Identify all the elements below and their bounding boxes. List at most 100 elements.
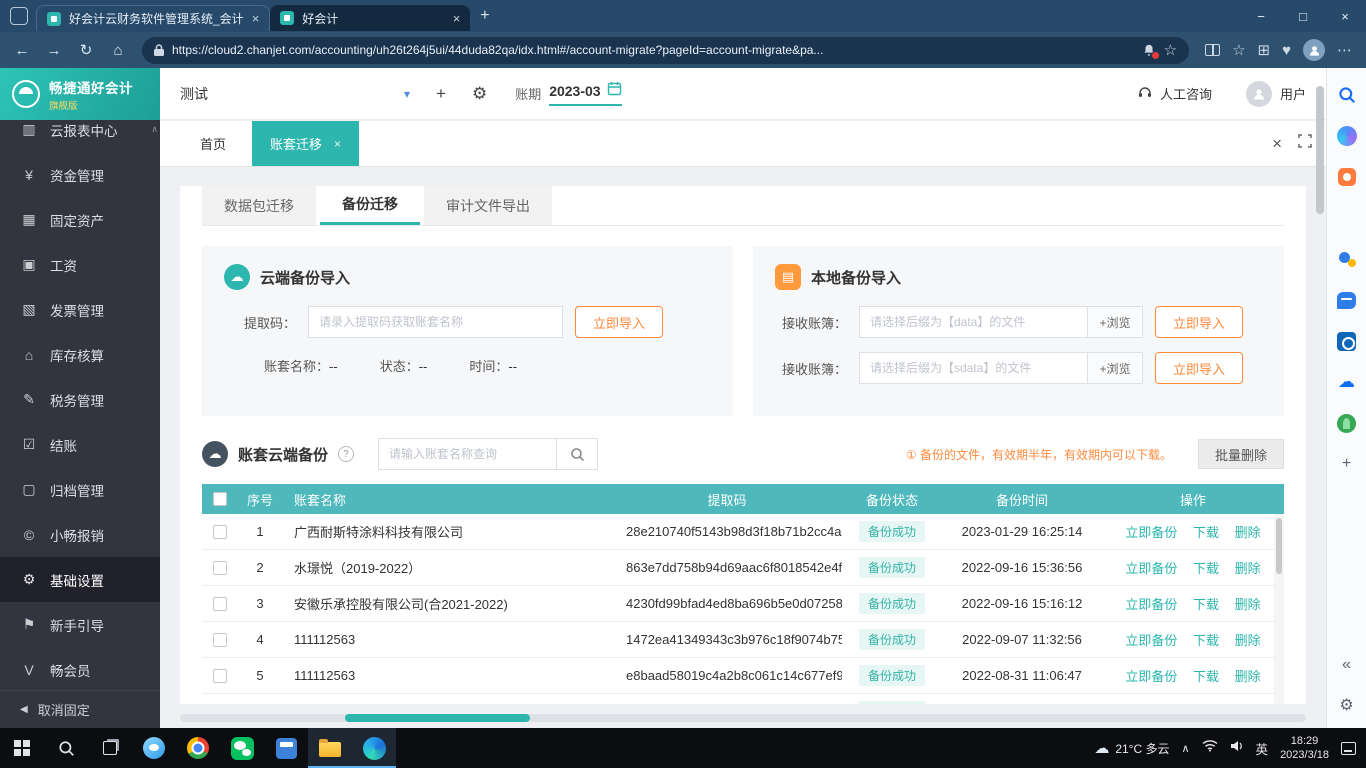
sdata-file-input[interactable] [859,352,1087,384]
more-icon[interactable]: ⋯ [1337,43,1352,58]
outlook-icon[interactable] [1336,330,1358,352]
delete-link[interactable]: 删除 [1235,669,1261,684]
browser-tab-2[interactable]: 好会计 × [270,5,471,31]
minimize-button[interactable]: − [1240,0,1282,32]
home-icon[interactable]: ⌂ [104,36,132,64]
wechat-icon[interactable] [220,728,264,768]
row-checkbox[interactable] [213,596,227,611]
new-tab-button[interactable]: + [480,7,489,25]
sidebar-item-fixed-assets[interactable]: ▦ 固定资产 [0,197,160,242]
close-window-button[interactable]: × [1324,0,1366,32]
forward-icon[interactable]: → [40,36,68,64]
tab-account-migrate[interactable]: 账套迁移 × [252,121,360,166]
microsoft365-icon[interactable] [1336,207,1358,229]
onedrive-icon[interactable]: ☁ [1336,371,1358,393]
chrome-icon[interactable] [176,728,220,768]
taskbar-search-icon[interactable] [44,728,88,768]
row-checkbox[interactable] [213,632,227,647]
task-view-icon[interactable] [88,728,132,768]
action-center-icon[interactable] [1341,741,1356,755]
sidebar-item-funds[interactable]: ¥ 资金管理 [0,152,160,197]
download-link[interactable]: 下载 [1193,525,1219,540]
browser-tab-1[interactable]: 好会计云财务软件管理系统_会计 × [36,5,271,31]
tab-close-icon[interactable]: × [252,11,260,26]
edge-icon[interactable] [352,728,396,768]
sidebar-item-expense[interactable]: © 小畅报销 [0,512,160,557]
notifications-blocked-icon[interactable] [1142,43,1160,60]
browse-button[interactable]: +浏览 [1087,306,1143,338]
help-icon[interactable]: ? [338,446,355,462]
file-explorer-icon[interactable] [308,728,352,768]
backup-now-link[interactable]: 立即备份 [1125,669,1177,684]
sidebar-item-inventory[interactable]: ⌂ 库存核算 [0,332,160,377]
row-checkbox[interactable] [213,668,227,683]
sidebar-item-cloud-report[interactable]: ▥ 云报表中心 [0,120,160,152]
chat-icon[interactable] [1336,289,1358,311]
collections-icon[interactable]: ⊞ [1258,43,1271,58]
delete-link[interactable]: 删除 [1235,525,1261,540]
sidebar-item-archive[interactable]: ▢ 归档管理 [0,467,160,512]
sidebar-settings-icon[interactable]: ⚙ [1336,694,1358,716]
support-button[interactable]: 人工咨询 [1137,84,1212,103]
browse-button[interactable]: +浏览 [1087,352,1143,384]
row-checkbox[interactable] [213,524,227,539]
fullscreen-icon[interactable] [1298,134,1312,153]
eco-icon[interactable] [1336,412,1358,434]
close-all-icon[interactable]: × [1272,134,1282,154]
download-link[interactable]: 下载 [1193,561,1219,576]
horizontal-scrollbar[interactable] [180,714,1306,722]
sidebar-scroll-up-icon[interactable]: ∧ [151,124,158,135]
people-icon[interactable] [1336,248,1358,270]
copilot-icon[interactable] [1336,125,1358,147]
add-account-set-icon[interactable]: + [436,85,446,102]
search-icon[interactable] [556,438,599,470]
backup-now-link[interactable]: 立即备份 [1125,525,1177,540]
refresh-icon[interactable]: ↻ [72,36,100,64]
unpin-sidebar-button[interactable]: ◀ 取消固定 [0,690,160,728]
delete-link[interactable]: 删除 [1235,597,1261,612]
backup-now-link[interactable]: 立即备份 [1125,633,1177,648]
download-link[interactable]: 下载 [1193,633,1219,648]
collapse-sidebar-icon[interactable]: « [1336,654,1358,676]
network-icon[interactable] [1202,739,1218,757]
backup-now-link[interactable]: 立即备份 [1125,597,1177,612]
calculator-icon[interactable] [264,728,308,768]
download-link[interactable]: 下载 [1193,597,1219,612]
maximize-button[interactable]: □ [1282,0,1324,32]
backup-search-input[interactable] [378,438,557,470]
table-scroll-thumb[interactable] [1276,518,1282,574]
sidebar-item-settings[interactable]: ⚙ 基础设置 [0,557,160,602]
split-screen-icon[interactable] [1205,44,1221,56]
account-set-select[interactable]: 测试 ▾ [180,84,410,104]
tab-home[interactable]: 首页 [174,121,252,166]
batch-delete-button[interactable]: 批量删除 [1197,439,1284,469]
shopping-icon[interactable] [1336,166,1358,188]
back-icon[interactable]: ← [8,36,36,64]
code-input[interactable] [308,306,563,338]
horizontal-scroll-thumb[interactable] [345,714,530,722]
hidden-icons-chevron[interactable]: ∧ [1181,742,1189,755]
volume-icon[interactable] [1230,739,1244,757]
profile-avatar[interactable] [1303,39,1325,61]
tab-backup-migrate[interactable]: 备份迁移 [320,186,420,225]
sidebar-item-guide[interactable]: ⚑ 新手引导 [0,602,160,647]
download-link[interactable]: 下载 [1193,669,1219,684]
local-import-button-1[interactable]: 立即导入 [1155,306,1244,338]
address-bar[interactable]: https://cloud2.chanjet.com/accounting/uh… [142,36,1190,64]
period-picker[interactable]: 2023-03 [549,81,622,106]
delete-link[interactable]: 删除 [1235,633,1261,648]
local-import-button-2[interactable]: 立即导入 [1155,352,1244,384]
sidebar-item-member[interactable]: V 畅会员 [0,647,160,690]
sidebar-item-closing[interactable]: ☑ 结账 [0,422,160,467]
close-tab-icon[interactable]: × [334,137,341,151]
add-sidebar-icon[interactable]: + [1336,453,1358,475]
tab-data-package[interactable]: 数据包迁移 [202,186,316,225]
user-menu[interactable]: 用户 [1245,80,1306,107]
sidebar-item-tax[interactable]: ✎ 税务管理 [0,377,160,422]
tab-close-icon[interactable]: × [453,11,461,26]
delete-link[interactable]: 删除 [1235,561,1261,576]
favorites-icon[interactable]: ☆ [1232,43,1245,58]
select-all-checkbox[interactable] [213,492,227,506]
sidebar-item-invoice[interactable]: ▧ 发票管理 [0,287,160,332]
weather-widget[interactable]: ☁ 21°C 多云 [1094,739,1169,757]
